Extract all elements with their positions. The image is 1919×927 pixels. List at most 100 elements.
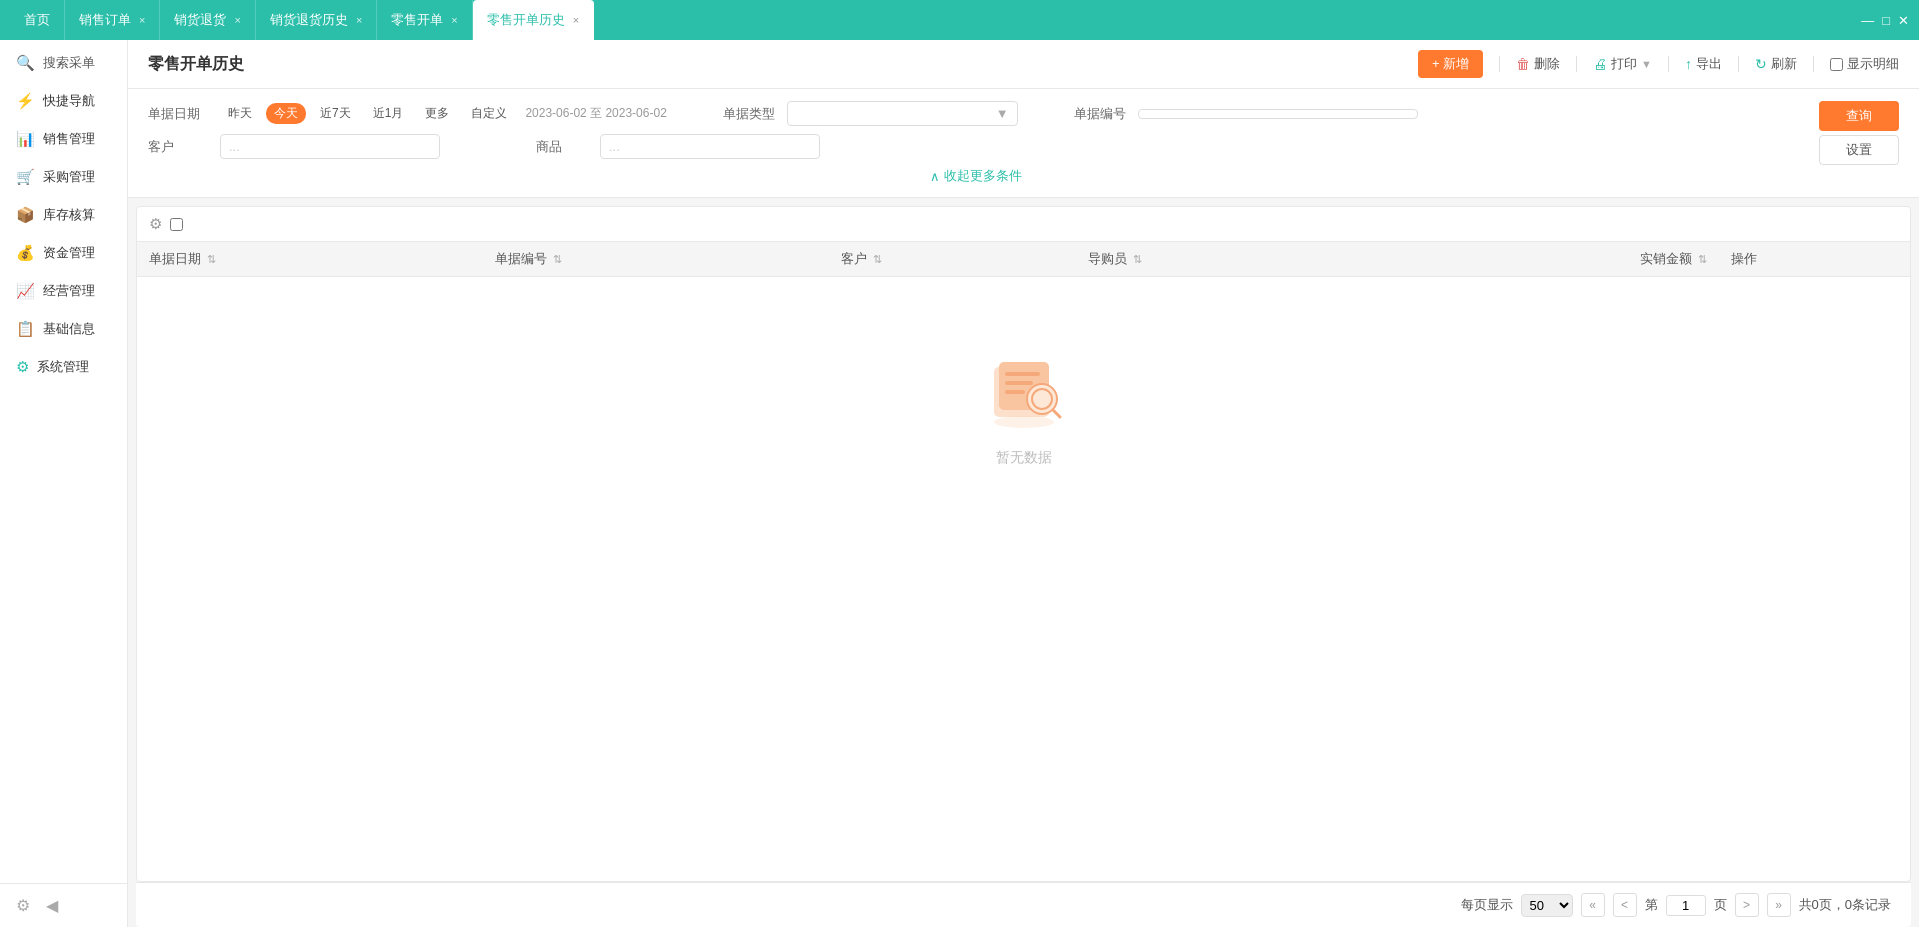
sidebar-item-system[interactable]: ⚙ 系统管理 xyxy=(0,348,127,386)
per-page-select[interactable]: 50 100 200 xyxy=(1521,894,1573,917)
sidebar-collapse-icon[interactable]: ◀ xyxy=(46,896,58,915)
divider-5 xyxy=(1813,56,1814,72)
sidebar-label-basic: 基础信息 xyxy=(43,320,95,338)
export-button[interactable]: ↑ 导出 xyxy=(1685,55,1722,73)
page-number-input[interactable] xyxy=(1666,895,1706,916)
print-icon: 🖨 xyxy=(1593,56,1607,72)
setting-button[interactable]: 设置 xyxy=(1819,135,1899,165)
tab-retail[interactable]: 零售开单 × xyxy=(377,0,472,40)
sidebar-item-quicknav[interactable]: ⚡ 快捷导航 xyxy=(0,82,127,120)
tab-retail-close[interactable]: × xyxy=(451,14,457,26)
date-opt-today[interactable]: 今天 xyxy=(266,103,306,124)
query-button[interactable]: 查询 xyxy=(1819,101,1899,131)
first-page-btn[interactable]: « xyxy=(1581,893,1605,917)
sort-customer-icon[interactable]: ⇅ xyxy=(873,253,882,265)
date-opt-custom[interactable]: 自定义 xyxy=(463,103,515,124)
sales-icon: 📊 xyxy=(16,130,35,148)
goods-label: 商品 xyxy=(536,138,592,156)
page-title: 零售开单历史 xyxy=(148,54,244,75)
next-page-btn[interactable]: > xyxy=(1735,893,1759,917)
print-dropdown-icon[interactable]: ▼ xyxy=(1641,58,1652,70)
prev-page-btn[interactable]: < xyxy=(1613,893,1637,917)
select-all-checkbox[interactable] xyxy=(170,218,183,231)
date-opt-yesterday[interactable]: 昨天 xyxy=(220,103,260,124)
last-page-btn[interactable]: » xyxy=(1767,893,1791,917)
table-wrapper: ⚙ 单据日期 ⇅ 单据编号 ⇅ 客户 ⇅ xyxy=(136,206,1911,882)
sidebar-item-operations[interactable]: 📈 经营管理 xyxy=(0,272,127,310)
date-opt-1month[interactable]: 近1月 xyxy=(365,103,412,124)
svg-rect-5 xyxy=(1005,390,1025,394)
goods-input-placeholder: ... xyxy=(609,139,620,154)
refresh-label: 刷新 xyxy=(1771,55,1797,73)
display-button[interactable]: 显示明细 xyxy=(1830,55,1899,73)
sidebar-label-operations: 经营管理 xyxy=(43,282,95,300)
export-label: 导出 xyxy=(1696,55,1722,73)
svg-rect-3 xyxy=(1005,372,1040,376)
filter-row-2: 客户 ... 商品 ... xyxy=(148,134,1803,159)
tab-return-label: 销货退货 xyxy=(174,11,226,29)
refresh-button[interactable]: ↻ 刷新 xyxy=(1755,55,1797,73)
customer-input[interactable]: ... xyxy=(220,134,440,159)
number-input[interactable] xyxy=(1138,109,1418,119)
tab-home[interactable]: 首页 xyxy=(10,0,65,40)
svg-rect-4 xyxy=(1005,381,1033,385)
sidebar-gear-icon[interactable]: ⚙ xyxy=(16,896,30,915)
sidebar-label-inventory: 库存核算 xyxy=(43,206,95,224)
tab-sales-order-label: 销售订单 xyxy=(79,11,131,29)
sidebar-item-sales[interactable]: 📊 销售管理 xyxy=(0,120,127,158)
sort-number-icon[interactable]: ⇅ xyxy=(553,253,562,265)
content-area: 零售开单历史 + 新增 🗑 删除 🖨 打印 ▼ ↑ 导出 xyxy=(128,40,1919,927)
print-button[interactable]: 🖨 打印 ▼ xyxy=(1593,55,1652,73)
sidebar-label-finance: 资金管理 xyxy=(43,244,95,262)
svg-line-8 xyxy=(1053,410,1060,417)
col-customer: 客户 ⇅ xyxy=(829,242,1076,277)
type-select[interactable]: ▼ xyxy=(787,101,1018,126)
sidebar-item-finance[interactable]: 💰 资金管理 xyxy=(0,234,127,272)
tab-sales-order-close[interactable]: × xyxy=(139,14,145,26)
page-label: 第 xyxy=(1645,896,1658,914)
sort-amount-icon[interactable]: ⇅ xyxy=(1698,253,1707,265)
sidebar: 🔍 搜索采单 ⚡ 快捷导航 📊 销售管理 🛒 采购管理 📦 库存核算 💰 资金管… xyxy=(0,40,128,927)
add-button[interactable]: + 新增 xyxy=(1418,50,1483,78)
empty-text: 暂无数据 xyxy=(996,449,1052,467)
tab-retail-history-close[interactable]: × xyxy=(573,14,579,26)
date-options: 昨天 今天 近7天 近1月 更多 自定义 2023-06-02 至 2023-0… xyxy=(220,103,667,124)
customer-input-placeholder: ... xyxy=(229,139,240,154)
goods-input[interactable]: ... xyxy=(600,134,820,159)
main-layout: 🔍 搜索采单 ⚡ 快捷导航 📊 销售管理 🛒 采购管理 📦 库存核算 💰 资金管… xyxy=(0,40,1919,927)
type-dropdown-icon: ▼ xyxy=(996,106,1009,121)
tab-return-history-label: 销货退货历史 xyxy=(270,11,348,29)
sidebar-item-search[interactable]: 🔍 搜索采单 xyxy=(0,44,127,82)
delete-icon: 🗑 xyxy=(1516,56,1530,72)
sort-guide-icon[interactable]: ⇅ xyxy=(1133,253,1142,265)
page-unit: 页 xyxy=(1714,896,1727,914)
date-opt-7days[interactable]: 近7天 xyxy=(312,103,359,124)
divider-4 xyxy=(1738,56,1739,72)
tab-retail-history[interactable]: 零售开单历史 × xyxy=(473,0,594,40)
delete-button[interactable]: 🗑 删除 xyxy=(1516,55,1560,73)
window-maximize[interactable]: □ xyxy=(1882,13,1890,28)
window-minimize[interactable]: — xyxy=(1861,13,1874,28)
sidebar-label-purchase: 采购管理 xyxy=(43,168,95,186)
collapse-text: 收起更多条件 xyxy=(944,167,1022,185)
print-label: 打印 xyxy=(1611,55,1637,73)
tab-return-history[interactable]: 销货退货历史 × xyxy=(256,0,377,40)
tab-home-label: 首页 xyxy=(24,11,50,29)
table-settings-icon[interactable]: ⚙ xyxy=(149,215,162,233)
delete-label: 删除 xyxy=(1534,55,1560,73)
sidebar-item-basic[interactable]: 📋 基础信息 xyxy=(0,310,127,348)
collapse-more-btn[interactable]: ∧ 收起更多条件 xyxy=(148,167,1803,185)
tab-return-history-close[interactable]: × xyxy=(356,14,362,26)
window-close[interactable]: ✕ xyxy=(1898,13,1909,28)
tab-sales-order[interactable]: 销售订单 × xyxy=(65,0,160,40)
date-opt-more[interactable]: 更多 xyxy=(417,103,457,124)
sort-date-icon[interactable]: ⇅ xyxy=(207,253,216,265)
filter-row-1: 单据日期 昨天 今天 近7天 近1月 更多 自定义 2023-06-02 至 2… xyxy=(148,101,1803,126)
tab-return[interactable]: 销货退货 × xyxy=(160,0,255,40)
sidebar-item-purchase[interactable]: 🛒 采购管理 xyxy=(0,158,127,196)
refresh-icon: ↻ xyxy=(1755,56,1767,72)
sidebar-item-inventory[interactable]: 📦 库存核算 xyxy=(0,196,127,234)
tab-return-close[interactable]: × xyxy=(234,14,240,26)
tab-retail-history-label: 零售开单历史 xyxy=(487,11,565,29)
display-checkbox[interactable] xyxy=(1830,58,1843,71)
